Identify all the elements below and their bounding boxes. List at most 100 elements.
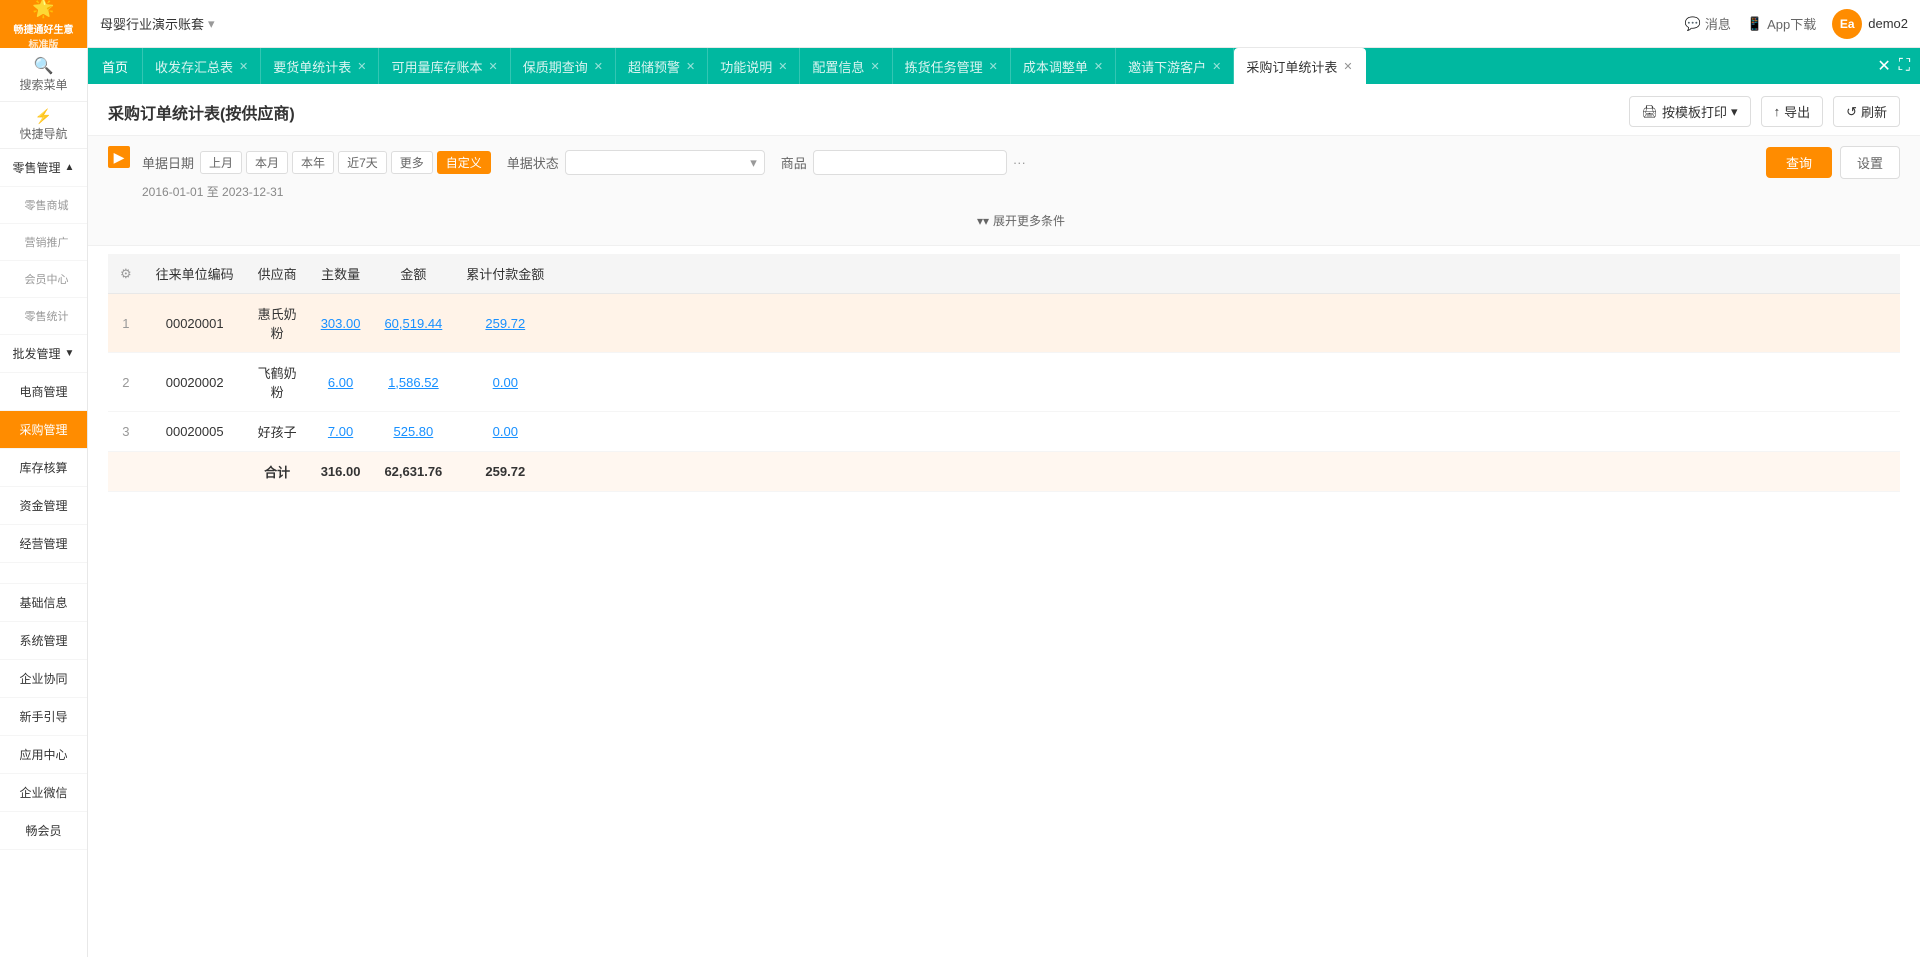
row-amount[interactable]: 525.80 [372,412,454,452]
sidebar-search-label: 搜索菜单 [6,76,81,93]
tab-close-icon[interactable]: ✕ [870,60,879,73]
table-settings-icon[interactable]: ⚙ [120,266,132,281]
tab-gongneng[interactable]: 功能说明 ✕ [708,48,800,84]
tab-close-icon[interactable]: ✕ [357,60,366,73]
tab-keyongliang[interactable]: 可用量库存账本 ✕ [379,48,510,84]
org-selector[interactable]: 母婴行业演示账套 ▾ [100,14,1677,33]
status-select[interactable] [565,150,765,175]
goods-more-icon[interactable]: ··· [1013,155,1026,170]
tab-close-icon[interactable]: ✕ [989,60,998,73]
tab-baoyouqi[interactable]: 保质期查询 ✕ [511,48,616,84]
tab-close-icon[interactable]: ✕ [778,60,787,73]
tab-close-active-icon[interactable]: ✕ [1343,60,1352,73]
tab-chaochu-label: 超储预警 [628,57,680,76]
tabbar-close-icon[interactable]: ✕ [1877,56,1890,76]
export-button[interactable]: ↑ 导出 [1761,96,1824,127]
row-num: 1 [108,294,144,353]
sidebar-system-label: 系统管理 [19,632,67,649]
tab-home[interactable]: 首页 [88,48,143,84]
th-qty: 主数量 [309,254,373,294]
tab-chengben-label: 成本调整单 [1023,57,1088,76]
sidebar-retailmall-label: 零售商城 [25,197,69,213]
sidebar-item-wechat[interactable]: 企业微信 [0,774,87,812]
filter-row-1: 单据日期 上月 本月 本年 近7天 更多 自定义 [142,146,1900,179]
shortcut-7days[interactable]: 近7天 [338,151,387,174]
row-amount[interactable]: 60,519.44 [372,294,454,353]
print-icon: 🖨 [1642,104,1659,120]
page-header: 采购订单统计表(按供应商) 🖨 按模板打印 ▾ ↑ 导出 ↺ 刷新 [88,84,1920,136]
sidebar-item-ecommerce[interactable]: 电商管理 [0,373,87,411]
sidebar-item-purchase[interactable]: 采购管理 [0,411,87,449]
sidebar-item-quicknav[interactable]: ⚡ 快捷导航 [0,102,87,149]
th-supplier: 供应商 [246,254,309,294]
tab-close-icon[interactable]: ✕ [594,60,603,73]
topbar: 母婴行业演示账套 ▾ 💬 消息 📱 App下载 Ea demo2 [88,0,1920,48]
tab-zhaihuorenwu[interactable]: 拣货任务管理 ✕ [893,48,1011,84]
shortcut-last-month[interactable]: 上月 [200,151,242,174]
row-qty[interactable]: 6.00 [309,353,373,412]
tab-chaochu[interactable]: 超储预警 ✕ [616,48,708,84]
sidebar-item-inventory[interactable]: 库存核算 [0,449,87,487]
date-shortcuts: 上月 本月 本年 近7天 更多 自定义 [200,151,491,174]
query-button[interactable]: 查询 [1766,147,1832,178]
sidebar-item-operation[interactable]: 经营管理 [0,525,87,563]
sidebar-purchase-label: 采购管理 [19,421,67,438]
shortcut-custom[interactable]: 自定义 [437,151,491,174]
user-menu[interactable]: Ea demo2 [1832,9,1908,39]
message-button[interactable]: 💬 消息 [1685,14,1731,33]
tab-close-icon[interactable]: ✕ [1212,60,1221,73]
tab-yaohuodan[interactable]: 要货单统计表 ✕ [261,48,379,84]
row-code: 00020001 [144,294,246,353]
sidebar-item-system[interactable]: 系统管理 [0,622,87,660]
sidebar-item-basic[interactable]: 基础信息 [0,584,87,622]
sidebar-item-wholesale[interactable]: 批发管理 ▼ [0,335,87,373]
sidebar-item-newguide[interactable]: 新手引导 [0,698,87,736]
filter-toggle-button[interactable]: ▶ [108,146,130,168]
tab-close-icon[interactable]: ✕ [239,60,248,73]
sidebar-item-retailmall[interactable]: 零售商城 [0,187,87,224]
print-button[interactable]: 🖨 按模板打印 ▾ [1629,96,1751,127]
tab-zhaihuorenwu-label: 拣货任务管理 [905,57,983,76]
sidebar-item-marketing[interactable]: 营销推广 [0,224,87,261]
tab-caigou[interactable]: 采购订单统计表 ✕ [1234,48,1365,84]
tab-close-icon[interactable]: ✕ [489,60,498,73]
tab-close-icon[interactable]: ✕ [1094,60,1103,73]
sidebar-item-search[interactable]: 🔍 搜索菜单 [0,48,87,102]
sidebar-item-member[interactable]: 会员中心 [0,261,87,298]
row-paid[interactable]: 259.72 [454,294,556,353]
tab-peizhi[interactable]: 配置信息 ✕ [800,48,892,84]
sidebar-item-appstore[interactable]: 应用中心 [0,736,87,774]
tabbar-expand-icon[interactable]: ⛶ [1899,57,1910,75]
sidebar-item-collab[interactable]: 企业协同 [0,660,87,698]
sidebar-vip-label: 畅会员 [25,822,61,839]
tab-close-icon[interactable]: ✕ [686,60,695,73]
print-label: 按模板打印 [1662,102,1727,121]
app-download-button[interactable]: 📱 App下载 [1747,14,1816,33]
sidebar-item-finance[interactable]: 资金管理 [0,487,87,525]
row-paid[interactable]: 0.00 [454,353,556,412]
row-num: 2 [108,353,144,412]
date-filter: 单据日期 上月 本月 本年 近7天 更多 自定义 [142,151,491,174]
row-amount[interactable]: 1,586.52 [372,353,454,412]
logo-icon: 🌟 [32,0,54,19]
shortcut-more[interactable]: 更多 [391,151,433,174]
tab-yaoqing[interactable]: 邀请下游客户 ✕ [1116,48,1234,84]
sidebar: 🌟 畅捷通好生意 标准版 🔍 搜索菜单 ⚡ 快捷导航 零售管理 ▲ 零售商城 营… [0,0,88,957]
sidebar-item-retailstat[interactable]: 零售统计 [0,298,87,335]
shortcut-this-month[interactable]: 本月 [246,151,288,174]
row-paid[interactable]: 0.00 [454,412,556,452]
tab-shoufacun[interactable]: 收发存汇总表 ✕ [143,48,261,84]
goods-filter-label: 商品 [781,153,807,172]
sidebar-collab-label: 企业协同 [19,670,67,687]
expand-more-button[interactable]: ▾▾ 展开更多条件 [142,206,1900,235]
row-qty[interactable]: 7.00 [309,412,373,452]
sidebar-item-retail[interactable]: 零售管理 ▲ [0,149,87,187]
table-row: 3 00020005 好孩子 7.00 525.80 0.00 [108,412,1900,452]
sidebar-item-vip[interactable]: 畅会员 [0,812,87,850]
setting-button[interactable]: 设置 [1840,146,1900,179]
tab-chengben[interactable]: 成本调整单 ✕ [1011,48,1116,84]
refresh-button[interactable]: ↺ 刷新 [1833,96,1900,127]
row-qty[interactable]: 303.00 [309,294,373,353]
goods-input[interactable] [813,150,1007,175]
shortcut-this-year[interactable]: 本年 [292,151,334,174]
